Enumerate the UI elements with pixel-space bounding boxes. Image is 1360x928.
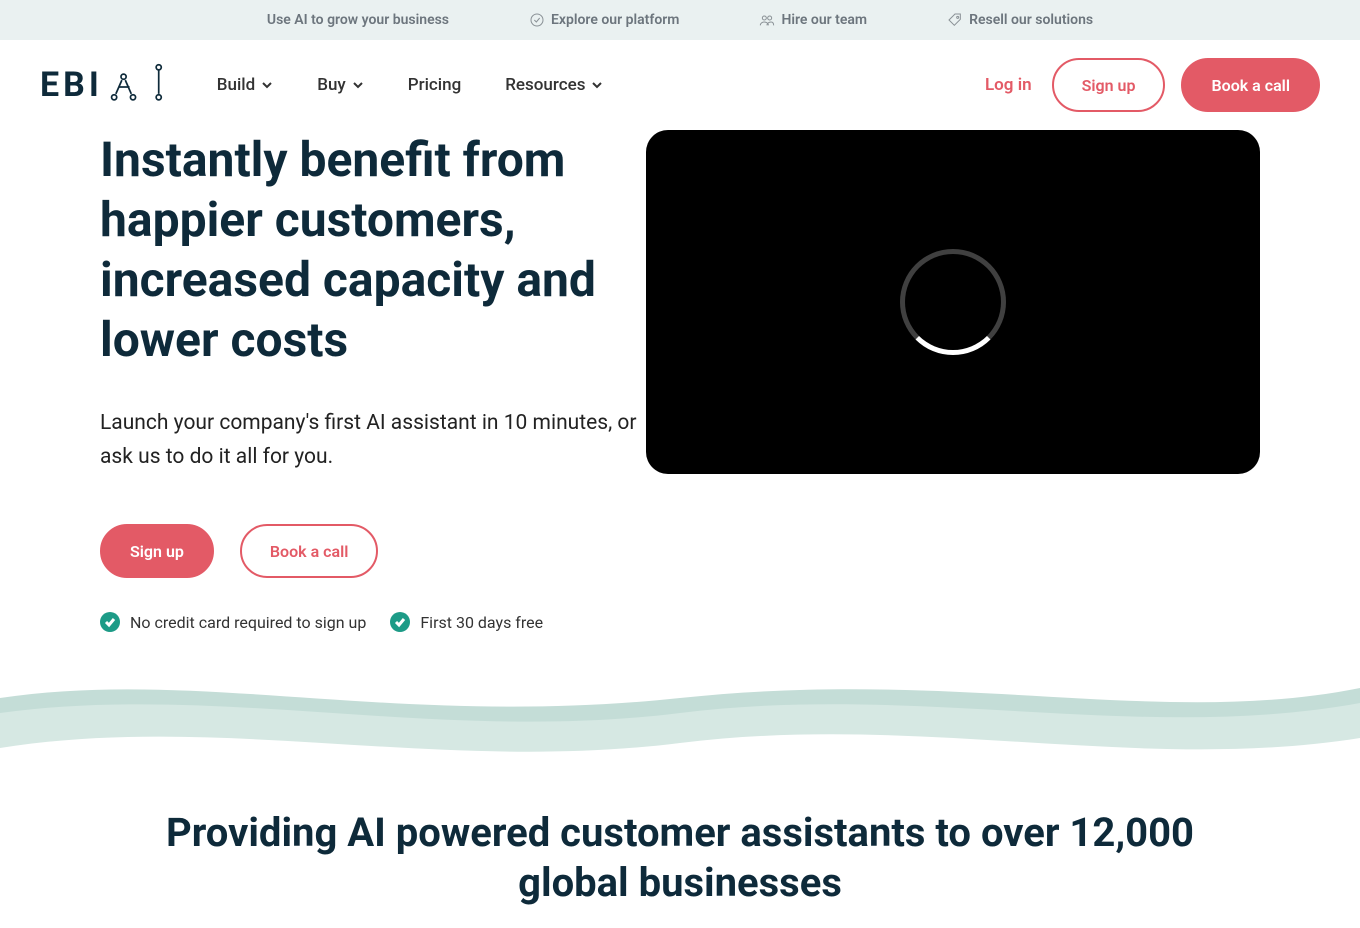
hero: Instantly benefit from happier customers… xyxy=(0,130,1360,632)
signup-button[interactable]: Sign up xyxy=(1052,58,1166,112)
hero-buttons: Sign up Book a call xyxy=(100,524,646,578)
header: EBI Build Buy Pricing xyxy=(0,40,1360,130)
hero-title: Instantly benefit from happier customers… xyxy=(100,130,646,370)
main-nav: Build Buy Pricing Resources xyxy=(217,75,604,95)
hero-check-label: First 30 days free xyxy=(420,613,543,632)
header-actions: Log in Sign up Book a call xyxy=(985,58,1320,112)
hero-check-label: No credit card required to sign up xyxy=(130,613,366,632)
book-call-button[interactable]: Book a call xyxy=(1181,58,1320,112)
chevron-down-icon xyxy=(591,79,603,91)
nav-item-label: Build xyxy=(217,75,255,95)
topstrip-label: Resell our solutions xyxy=(969,12,1093,28)
chevron-down-icon xyxy=(352,79,364,91)
top-strip: Use AI to grow your business Explore our… xyxy=(0,0,1360,40)
topstrip-resell[interactable]: Resell our solutions xyxy=(947,12,1093,28)
companies-heading: Providing AI powered customer assistants… xyxy=(120,808,1240,908)
check-circle-icon xyxy=(100,612,120,632)
topstrip-grow-business[interactable]: Use AI to grow your business xyxy=(267,12,449,28)
video-player[interactable] xyxy=(646,130,1260,474)
hero-left: Instantly benefit from happier customers… xyxy=(100,130,646,632)
topstrip-label: Explore our platform xyxy=(551,12,679,28)
hero-check-item: First 30 days free xyxy=(390,612,543,632)
nav-item-label: Resources xyxy=(505,75,585,95)
logo-text: EBI xyxy=(40,65,103,105)
topstrip-hire-team[interactable]: Hire our team xyxy=(759,12,867,28)
nav-pricing[interactable]: Pricing xyxy=(408,75,462,95)
chevron-down-icon xyxy=(261,79,273,91)
topstrip-label: Hire our team xyxy=(781,12,867,28)
hero-right xyxy=(646,130,1260,632)
topstrip-explore-platform[interactable]: Explore our platform xyxy=(529,12,679,28)
check-circle-icon xyxy=(390,612,410,632)
nav-resources[interactable]: Resources xyxy=(505,75,603,95)
hero-checks: No credit card required to sign up First… xyxy=(100,612,646,632)
wave-divider xyxy=(0,658,1360,768)
hero-subtitle: Launch your company's first AI assistant… xyxy=(100,406,646,474)
login-link[interactable]: Log in xyxy=(985,75,1032,95)
nav-item-label: Buy xyxy=(317,75,346,95)
logo-ai-icon xyxy=(109,59,169,112)
hero-check-item: No credit card required to sign up xyxy=(100,612,366,632)
team-icon xyxy=(759,12,775,28)
logo[interactable]: EBI xyxy=(40,59,169,112)
loading-spinner-icon xyxy=(900,249,1006,355)
hero-signup-button[interactable]: Sign up xyxy=(100,524,214,578)
nav-buy[interactable]: Buy xyxy=(317,75,364,95)
check-badge-icon xyxy=(529,12,545,28)
hero-book-call-button[interactable]: Book a call xyxy=(240,524,379,578)
tag-icon xyxy=(947,12,963,28)
topstrip-label: Use AI to grow your business xyxy=(267,12,449,28)
nav-item-label: Pricing xyxy=(408,75,462,95)
nav-build[interactable]: Build xyxy=(217,75,273,95)
companies-section: Providing AI powered customer assistants… xyxy=(0,768,1360,928)
